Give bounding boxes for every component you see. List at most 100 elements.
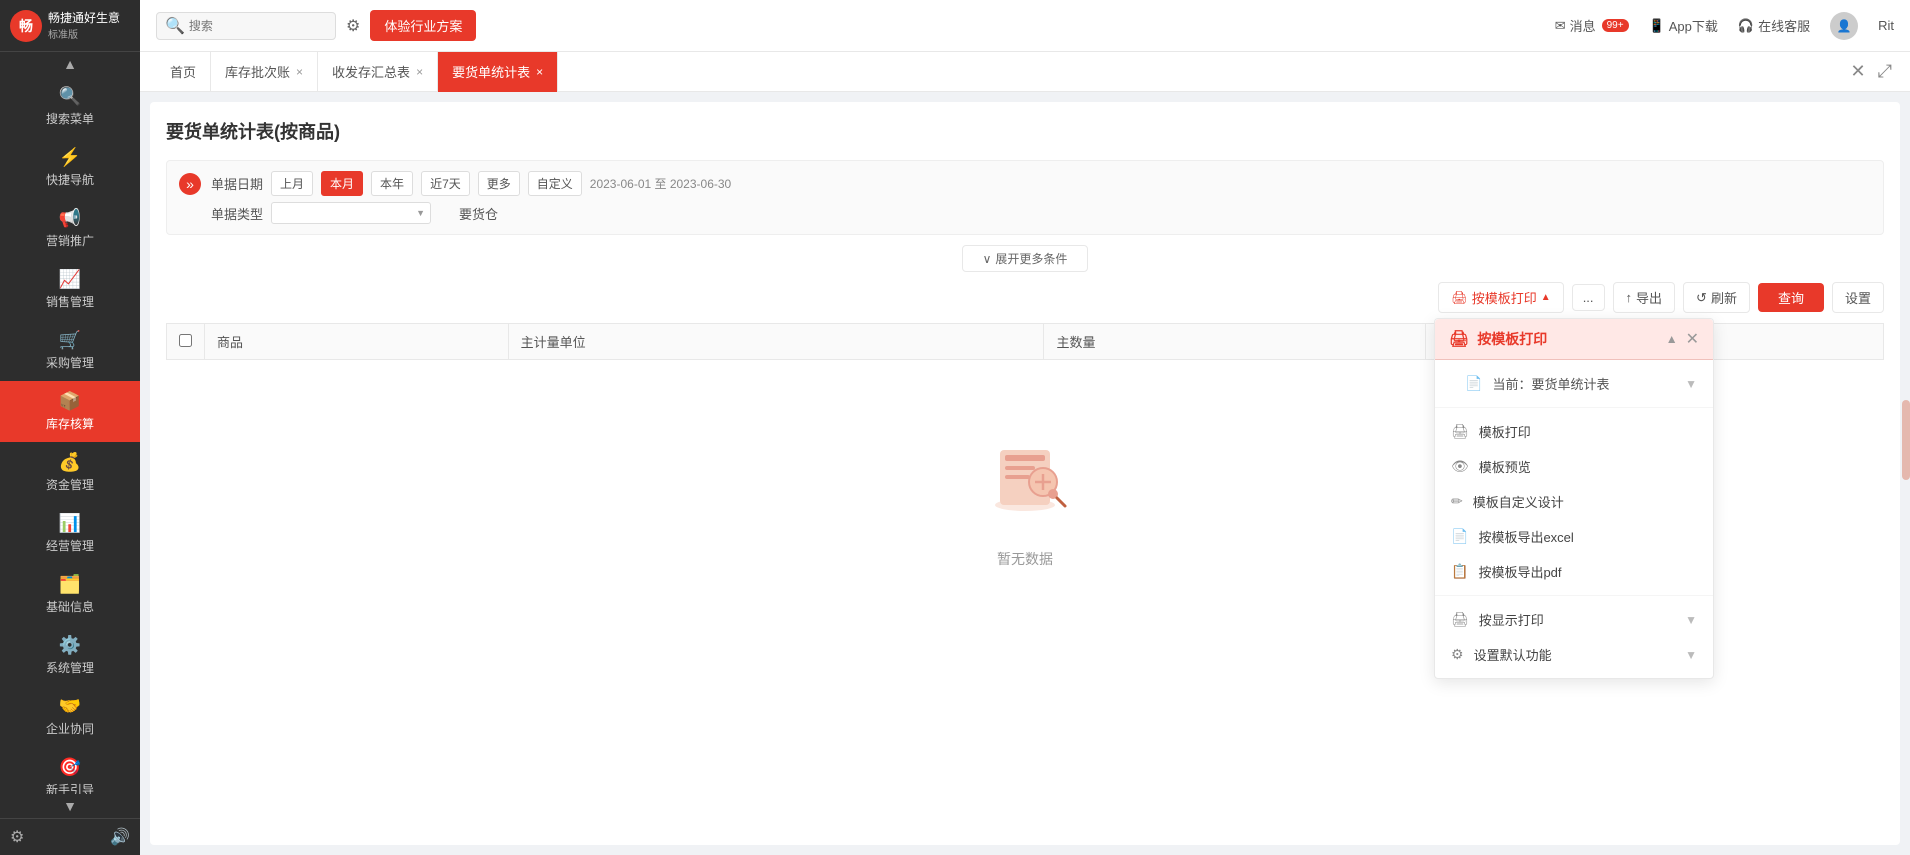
search-icon-top: 🔍 — [165, 16, 185, 36]
sidebar-label-operation: 经营管理 — [46, 537, 94, 554]
message-label: 消息 — [1570, 16, 1596, 35]
customer-service-label: 在线客服 — [1758, 16, 1810, 35]
sidebar-item-quicknav[interactable]: ⚡ 快捷导航 — [0, 137, 140, 198]
sidebar-scroll-down[interactable]: ▼ — [0, 794, 140, 818]
tab-batch-close[interactable]: × — [296, 65, 303, 79]
dropdown-collapse-btn[interactable]: ▲ — [1666, 332, 1678, 346]
app-name: 畅捷通好生意 — [48, 10, 120, 27]
quicknav-icon: ⚡ — [59, 147, 81, 168]
dropdown-item-export-excel-label: 按模板导出excel — [1478, 527, 1697, 546]
sidebar-label-collab: 企业协同 — [46, 720, 94, 737]
purchase-icon: 🛒 — [59, 330, 81, 351]
tab-home[interactable]: 首页 — [156, 52, 211, 92]
dropdown-current-label: 当前：要货单统计表 — [1492, 374, 1675, 393]
sidebar-scroll-up[interactable]: ▲ — [0, 52, 140, 76]
dropdown-item-template-preview[interactable]: 👁 模板预览 — [1435, 449, 1713, 484]
tab-collection[interactable]: 收发存汇总表 × — [318, 52, 438, 92]
customer-service-btn[interactable]: 🎧 在线客服 — [1738, 16, 1810, 35]
type-select[interactable] — [271, 202, 431, 224]
dropdown-item-export-pdf[interactable]: 📋 按模板导出pdf — [1435, 554, 1713, 589]
page-title: 要货单统计表(按商品) — [166, 118, 1884, 144]
dropdown-item-template-design[interactable]: ✏ 模板自定义设计 — [1435, 484, 1713, 519]
query-button[interactable]: 查询 — [1758, 283, 1824, 312]
dropdown-item-template-print[interactable]: 🖨 模板打印 — [1435, 414, 1713, 449]
topbar-search-box[interactable]: 🔍 — [156, 12, 336, 40]
app-download-btn[interactable]: 📱 App下载 — [1649, 16, 1718, 35]
dropdown-display-section: 🖨 按显示打印 ▼ ⚙ 设置默认功能 ▼ — [1435, 596, 1713, 678]
current-arrow-icon: ▼ — [1685, 377, 1697, 391]
dropdown-item-template-design-label: 模板自定义设计 — [1473, 492, 1697, 511]
date-btn-this-year[interactable]: 本年 — [371, 171, 413, 196]
dropdown-item-template-preview-label: 模板预览 — [1479, 457, 1697, 476]
sidebar-item-sales[interactable]: 📈 销售管理 — [0, 259, 140, 320]
refresh-button[interactable]: ↺ 刷新 — [1683, 282, 1750, 313]
trial-button[interactable]: 体验行业方案 — [370, 10, 476, 41]
topbar-gear-icon[interactable]: ⚙ — [346, 16, 360, 36]
export-label: 导出 — [1636, 288, 1662, 307]
sidebar-item-marketing[interactable]: 📢 营销推广 — [0, 198, 140, 259]
volume-icon[interactable]: 🔊 — [110, 827, 130, 847]
sidebar-item-guide[interactable]: 🎯 新手引导 — [0, 747, 140, 794]
export-button[interactable]: ↑ 导出 — [1613, 282, 1676, 313]
date-btn-this-month[interactable]: 本月 — [321, 171, 363, 196]
dropdown-item-template-print-label: 模板打印 — [1479, 422, 1697, 441]
user-avatar[interactable]: 👤 — [1830, 12, 1858, 40]
filter-expand-button[interactable]: » — [179, 173, 201, 195]
tab-close-icon[interactable]: ✕ — [1849, 59, 1868, 84]
sidebar-item-operation[interactable]: 📊 经营管理 — [0, 503, 140, 564]
dropdown-set-default-label: 设置默认功能 — [1474, 645, 1676, 664]
sidebar-item-system[interactable]: ⚙️ 系统管理 — [0, 625, 140, 686]
inventory-icon: 📦 — [59, 391, 81, 412]
dropdown-item-display-print[interactable]: 🖨 按显示打印 ▼ — [1435, 602, 1713, 637]
sidebar-label-purchase: 采购管理 — [46, 354, 94, 371]
filter-row-date: 单据日期 上月 本月 本年 近7天 更多 自定义 2023-06-01 至 20… — [211, 171, 731, 196]
user-name: Rit — [1878, 18, 1894, 33]
app-download-label: App下载 — [1669, 16, 1718, 35]
dropdown-item-set-default[interactable]: ⚙ 设置默认功能 ▼ — [1435, 637, 1713, 672]
template-print-dropdown: 🖨 按模板打印 ▲ ✕ 📄 当前：要货单统计表 ▼ — [1434, 318, 1714, 679]
dropdown-header: 🖨 按模板打印 ▲ ✕ — [1435, 319, 1713, 360]
sidebar-item-finance[interactable]: 💰 资金管理 — [0, 442, 140, 503]
sidebar-bottom-bar: ⚙ 🔊 — [0, 818, 140, 855]
dropdown-current-item[interactable]: 📄 当前：要货单统计表 ▼ — [1435, 366, 1713, 401]
tab-collection-close[interactable]: × — [416, 65, 423, 79]
tab-order-stats-close[interactable]: × — [536, 65, 543, 79]
sidebar-item-purchase[interactable]: 🛒 采购管理 — [0, 320, 140, 381]
search-input[interactable] — [189, 19, 309, 33]
settings-bottom-icon[interactable]: ⚙ — [10, 827, 24, 847]
expand-more-button[interactable]: ∨ 展开更多条件 — [962, 245, 1089, 272]
col-header-goods: 商品 — [205, 324, 509, 360]
dropdown-close-btn[interactable]: ✕ — [1686, 329, 1699, 349]
sidebar-item-basic[interactable]: 🗂️ 基础信息 — [0, 564, 140, 625]
dropdown-item-export-excel[interactable]: 📄 按模板导出excel — [1435, 519, 1713, 554]
date-btn-custom[interactable]: 自定义 — [528, 171, 582, 196]
sidebar-label-sales: 销售管理 — [46, 293, 94, 310]
dropdown-display-print-label: 按显示打印 — [1479, 610, 1675, 629]
messages-btn[interactable]: ✉ 消息 99+ — [1555, 16, 1629, 35]
tabs-bar: 首页 库存批次账 × 收发存汇总表 × 要货单统计表 × ✕ ⤢ — [140, 52, 1910, 92]
sidebar-label-finance: 资金管理 — [46, 476, 94, 493]
display-print-icon: 🖨 — [1451, 611, 1469, 628]
tab-order-stats[interactable]: 要货单统计表 × — [438, 52, 558, 92]
page-content: 要货单统计表(按商品) » 单据日期 上月 本月 本年 近7天 更多 自定义 2… — [150, 102, 1900, 845]
date-btn-last-month[interactable]: 上月 — [271, 171, 313, 196]
col-header-qty: 主数量 — [1044, 324, 1425, 360]
sidebar-label-marketing: 营销推广 — [46, 232, 94, 249]
sidebar-item-search[interactable]: 🔍 搜索菜单 — [0, 76, 140, 137]
sidebar-item-collab[interactable]: 🤝 企业协同 — [0, 686, 140, 747]
sidebar-label-guide: 新手引导 — [46, 781, 94, 794]
tab-batch[interactable]: 库存批次账 × — [211, 52, 318, 92]
settings-button[interactable]: 设置 — [1832, 282, 1884, 313]
tab-batch-label: 库存批次账 — [225, 62, 290, 81]
tab-maximize-icon[interactable]: ⤢ — [1876, 59, 1894, 84]
date-btn-7days[interactable]: 近7天 — [421, 171, 470, 196]
template-preview-icon: 👁 — [1451, 458, 1469, 475]
col-header-check — [167, 324, 205, 360]
date-btn-more[interactable]: 更多 — [478, 171, 520, 196]
select-all-checkbox[interactable] — [179, 334, 192, 347]
dropdown-header-left: 🖨 按模板打印 — [1449, 329, 1547, 349]
sidebar-item-inventory[interactable]: 📦 库存核算 — [0, 381, 140, 442]
collab-icon: 🤝 — [59, 696, 81, 717]
template-print-button[interactable]: 🖨 按模板打印 ▲ — [1438, 282, 1563, 313]
more-button[interactable]: ... — [1572, 284, 1605, 311]
